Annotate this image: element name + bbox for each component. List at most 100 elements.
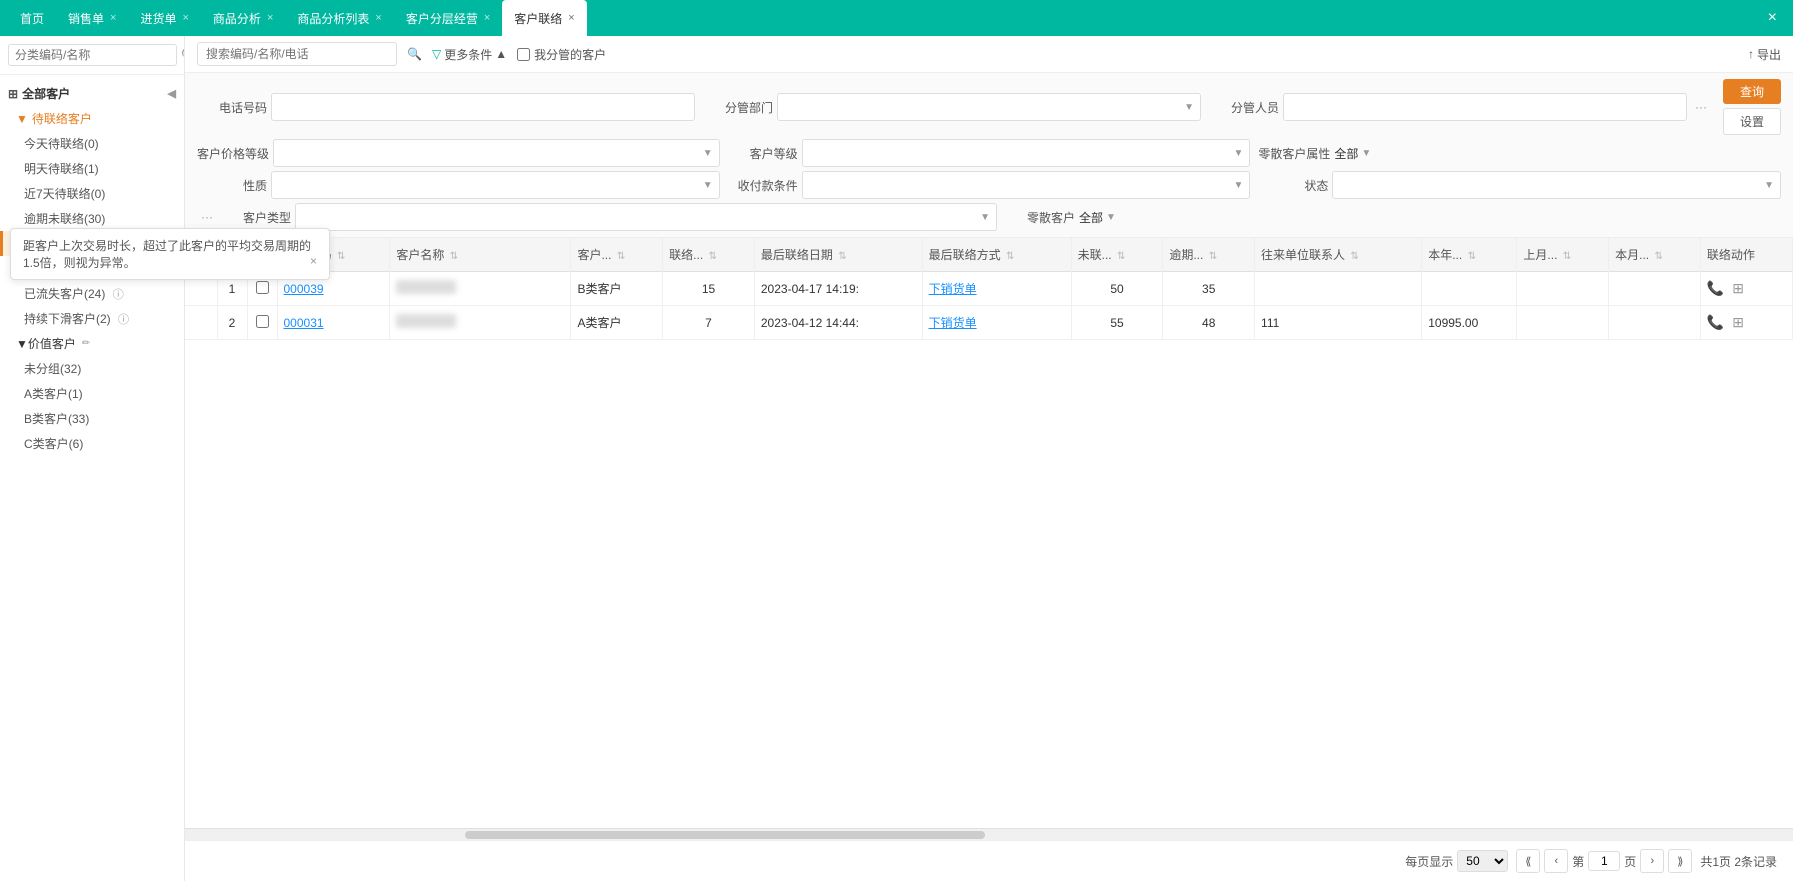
row-2-checkbox[interactable]	[256, 315, 269, 328]
th-last-contact-method[interactable]: 最后联络方式 ⇅	[922, 238, 1071, 272]
grid-action-icon-1[interactable]: ⊞	[1732, 280, 1744, 297]
sidebar-item-ungrouped[interactable]: 未分组(32)	[0, 356, 184, 381]
phone-action-icon-2[interactable]: 📞	[1707, 314, 1724, 331]
collapse-icon: ◀	[168, 87, 176, 100]
method-link-1[interactable]: 下销货单	[929, 282, 977, 296]
search-input[interactable]	[197, 42, 397, 66]
grid-action-icon-2[interactable]: ⊞	[1732, 314, 1744, 331]
sidebar-item-today[interactable]: 今天待联络(0)	[0, 131, 184, 156]
close-product-analysis-list-tab[interactable]: ×	[375, 12, 381, 24]
nav-purchase[interactable]: 进货单 ×	[128, 0, 200, 36]
action-icons-1: 📞 ⊞	[1707, 280, 1786, 297]
manager-dots[interactable]: ···	[1695, 100, 1707, 114]
th-customer-type[interactable]: 客户... ⇅	[571, 238, 663, 272]
edit-icon[interactable]: ✏	[82, 338, 90, 349]
th-this-year[interactable]: 本年... ⇅	[1422, 238, 1517, 272]
close-purchase-tab[interactable]: ×	[182, 12, 188, 24]
scrollbar-thumb[interactable]	[465, 831, 985, 839]
th-last-month[interactable]: 上月... ⇅	[1517, 238, 1609, 272]
td-contact-1: 15	[663, 272, 755, 306]
nav-sales[interactable]: 销售单 ×	[56, 0, 128, 36]
export-button[interactable]: ↑ 导出	[1748, 46, 1781, 63]
top-navigation: 首页 销售单 × 进货单 × 商品分析 × 商品分析列表 × 客户分层经营 × …	[0, 0, 1793, 36]
retail-customer-select[interactable]: 全部 ▼	[1079, 209, 1116, 226]
per-page-select[interactable]: 50 100 200	[1457, 850, 1508, 872]
my-customers-checkbox-input[interactable]	[517, 48, 530, 61]
sort-icon-name: ⇅	[450, 251, 458, 262]
phone-input[interactable]	[271, 93, 695, 121]
td-overdue-2: 48	[1163, 306, 1255, 340]
retail-attr-select[interactable]: 全部 ▼	[1334, 145, 1371, 162]
sidebar-search-input[interactable]	[8, 44, 177, 66]
arrow-down-icon: ▼	[16, 112, 28, 126]
td-last-month-2	[1517, 306, 1609, 340]
sidebar-item-7days[interactable]: 近7天待联络(0)	[0, 181, 184, 206]
method-link-2[interactable]: 下销货单	[929, 316, 977, 330]
td-method-2[interactable]: 下销货单	[922, 306, 1071, 340]
sidebar-tree: ⊞ 全部客户 ◀ ▼ 待联络客户 今天待联络(0) 明天待联络(1) 近7天待联…	[0, 75, 184, 881]
close-customer-contact-tab[interactable]: ×	[568, 12, 574, 24]
sidebar-item-declining[interactable]: 持续下滑客户(2) ⓘ	[0, 306, 184, 331]
sort-icon-overdue: ⇅	[1209, 251, 1217, 262]
nav-customer-segment[interactable]: 客户分层经营 ×	[394, 0, 502, 36]
more-filters-button[interactable]: ▽ 更多条件 ▲	[432, 46, 507, 63]
filter-row-3: 性质 ▼ 收付款条件 ▼ 状态	[197, 171, 1781, 199]
sidebar-item-c-class[interactable]: C类客户(6)	[0, 431, 184, 456]
settings-button[interactable]: 设置	[1723, 108, 1781, 135]
close-sales-tab[interactable]: ×	[110, 12, 116, 24]
nav-customer-contact[interactable]: 客户联络 ×	[502, 0, 586, 36]
th-name[interactable]: 客户名称 ⇅	[390, 238, 571, 272]
page-number-input[interactable]	[1588, 851, 1620, 871]
gender-select[interactable]: ▼	[271, 171, 720, 199]
price-grade-select[interactable]: ▼	[273, 139, 720, 167]
customer-type-select[interactable]: ▼	[295, 203, 997, 231]
close-customer-segment-tab[interactable]: ×	[484, 12, 490, 24]
sidebar-item-a-class[interactable]: A类客户(1)	[0, 381, 184, 406]
sidebar-item-lost[interactable]: 已流失客户(24) ⓘ	[0, 281, 184, 306]
th-unit-contact[interactable]: 往来单位联系人 ⇅	[1255, 238, 1422, 272]
th-overdue[interactable]: 逾期... ⇅	[1163, 238, 1255, 272]
td-actions-2: 📞 ⊞	[1700, 306, 1792, 340]
query-button[interactable]: 查询	[1723, 79, 1781, 104]
td-this-month-1	[1609, 272, 1701, 306]
td-code-2[interactable]: 000031	[277, 306, 390, 340]
export-icon: ↑	[1748, 47, 1754, 61]
customer-grade-select[interactable]: ▼	[802, 139, 1251, 167]
th-last-contact-date[interactable]: 最后联络日期 ⇅	[754, 238, 922, 272]
first-page-button[interactable]: ⟪	[1516, 849, 1540, 873]
filter-manager: 分管人员 ···	[1209, 93, 1707, 121]
th-contact[interactable]: 联络... ⇅	[663, 238, 755, 272]
sidebar-pending-group[interactable]: ▼ 待联络客户	[0, 106, 184, 131]
status-select[interactable]: ▼	[1332, 171, 1781, 199]
per-page-container: 每页显示 50 100 200	[1405, 850, 1508, 872]
nav-home[interactable]: 首页	[8, 0, 56, 36]
last-page-button[interactable]: ⟫	[1668, 849, 1692, 873]
sort-icon-type: ⇅	[617, 251, 625, 262]
nav-product-analysis[interactable]: 商品分析 ×	[201, 0, 285, 36]
close-product-analysis-tab[interactable]: ×	[267, 12, 273, 24]
manager-input[interactable]	[1283, 93, 1687, 121]
th-this-month[interactable]: 本月... ⇅	[1609, 238, 1701, 272]
prev-page-button[interactable]: ‹	[1544, 849, 1568, 873]
filter-more-dots[interactable]: ···	[201, 210, 213, 224]
search-button[interactable]: 🔍	[407, 47, 422, 61]
payment-select[interactable]: ▼	[802, 171, 1251, 199]
next-page-button[interactable]: ›	[1640, 849, 1664, 873]
nav-product-analysis-list[interactable]: 商品分析列表 ×	[285, 0, 393, 36]
close-all-tabs[interactable]: ×	[1760, 9, 1785, 27]
tooltip-close[interactable]: ×	[310, 254, 317, 268]
row-1-checkbox[interactable]	[256, 281, 269, 294]
horizontal-scrollbar[interactable]	[185, 828, 1793, 840]
dept-select[interactable]: ▼	[777, 93, 1201, 121]
td-no-2: 2	[217, 306, 247, 340]
td-unit-contact-1	[1255, 272, 1422, 306]
sidebar-item-b-class[interactable]: B类客户(33)	[0, 406, 184, 431]
sidebar-value-group[interactable]: ▼ 价值客户 ✏	[0, 331, 184, 356]
td-method-1[interactable]: 下销货单	[922, 272, 1071, 306]
th-uncontacted[interactable]: 未联... ⇅	[1071, 238, 1163, 272]
sidebar-all-customers[interactable]: ⊞ 全部客户 ◀	[0, 81, 184, 106]
filter-row-2: 客户价格等级 ▼ 客户等级 ▼ 零散客户属性 全部	[197, 139, 1781, 167]
main-layout: 🔍 ⊞ 全部客户 ◀ ▼ 待联络客户 今天待联络(0) 明天待联络(1) 近7天…	[0, 36, 1793, 881]
sidebar-item-tomorrow[interactable]: 明天待联络(1)	[0, 156, 184, 181]
phone-action-icon-1[interactable]: 📞	[1707, 280, 1724, 297]
